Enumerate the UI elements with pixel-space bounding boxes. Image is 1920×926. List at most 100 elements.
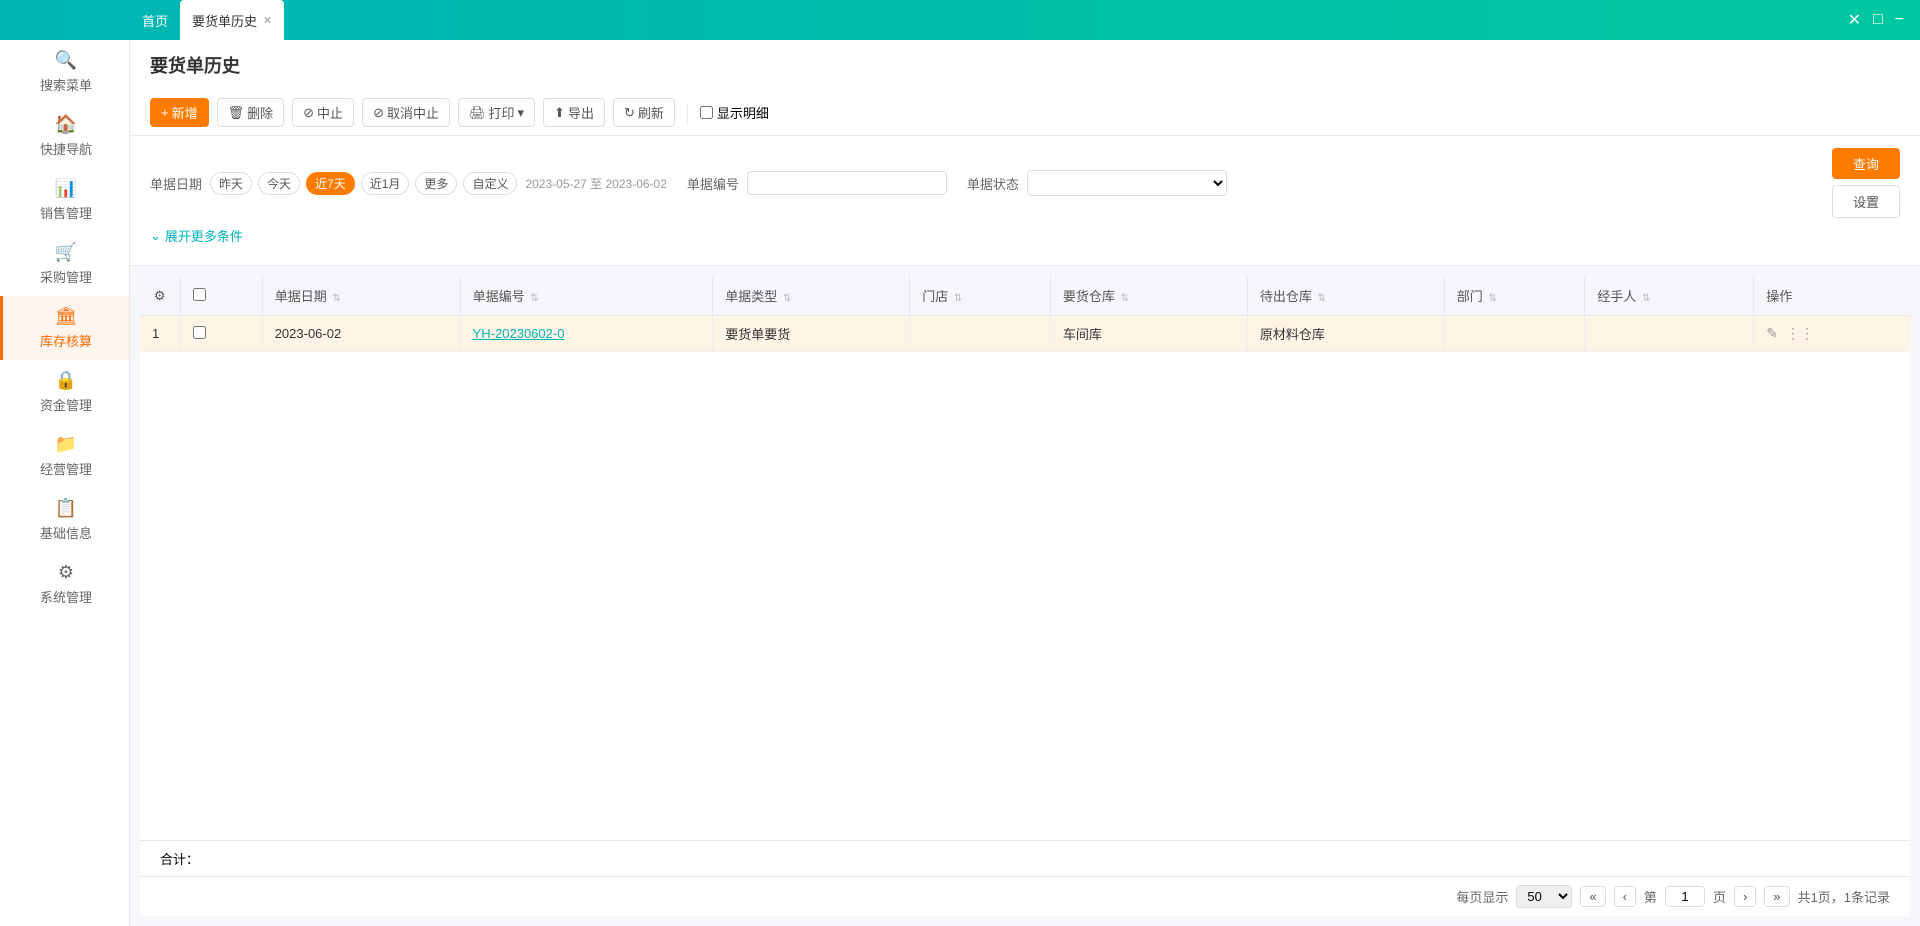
add-button[interactable]: + 新增 xyxy=(150,98,209,127)
date-btn-last1month[interactable]: 近1月 xyxy=(361,172,410,195)
table-header-doc-number[interactable]: 单据编号 ⇅ xyxy=(460,276,713,316)
sidebar-item-sales-mgmt[interactable]: 📊 销售管理 xyxy=(0,168,129,232)
table-header-pending-warehouse[interactable]: 待出仓库 ⇅ xyxy=(1247,276,1444,316)
refresh-button[interactable]: ↻ 刷新 xyxy=(613,98,675,127)
layout: 🔍 搜索菜单 🏠 快捷导航 📊 销售管理 🛒 采购管理 🏛 库存核算 🔒 资金管… xyxy=(0,40,1920,926)
cancel-stop-button[interactable]: ⊘ 取消中止 xyxy=(362,98,450,127)
print-dropdown-icon: ▾ xyxy=(518,105,525,121)
restore-window-icon[interactable]: □ xyxy=(1873,11,1883,29)
table-header-doc-type[interactable]: 单据类型 ⇅ xyxy=(713,276,910,316)
sidebar-item-inventory[interactable]: 🏛 库存核算 xyxy=(0,296,129,360)
table-row: 1 2023-06-02 YH-20230602-0 要货单要货 车间库 原材料… xyxy=(140,316,1910,352)
row-req-warehouse: 车间库 xyxy=(1050,316,1247,352)
doc-number-input[interactable] xyxy=(747,171,947,195)
last-page-button[interactable]: » xyxy=(1764,886,1789,907)
per-page-select[interactable]: 20 50 100 xyxy=(1516,885,1572,908)
sort-handler-icon: ⇅ xyxy=(1642,293,1650,304)
sidebar-item-quick-nav[interactable]: 🏠 快捷导航 xyxy=(0,104,129,168)
sidebar-item-operations[interactable]: 📁 经营管理 xyxy=(0,424,129,488)
sidebar-item-system-mgmt[interactable]: ⚙ 系统管理 xyxy=(0,552,129,616)
doc-status-label: 单据状态 xyxy=(967,174,1019,193)
date-btn-today[interactable]: 今天 xyxy=(258,172,300,195)
close-window-icon[interactable]: ✕ xyxy=(1848,10,1861,30)
sidebar-item-basic-info[interactable]: 📋 基础信息 xyxy=(0,488,129,552)
prev-page-button[interactable]: ‹ xyxy=(1614,886,1636,907)
row-select-checkbox[interactable] xyxy=(193,326,206,339)
page-label: 第 xyxy=(1644,887,1657,906)
sidebar-item-label: 快捷导航 xyxy=(40,139,92,158)
date-btn-more[interactable]: 更多 xyxy=(415,172,457,195)
table-header-settings[interactable]: ⚙ xyxy=(140,276,180,316)
row-more-icon[interactable]: ⋮⋮ xyxy=(1786,325,1814,342)
filter-doc-number-group: 单据编号 xyxy=(687,171,947,195)
table-header-req-warehouse[interactable]: 要货仓库 ⇅ xyxy=(1050,276,1247,316)
table-header-row: ⚙ 单据日期 ⇅ 单据编号 ⇅ 单据类型 xyxy=(140,276,1910,316)
filter-date-group: 单据日期 昨天 今天 近7天 近1月 更多 自定义 2023-05-27 至 2… xyxy=(150,172,667,195)
chevron-down-icon: ⌄ xyxy=(150,228,161,244)
home-icon: 🏠 xyxy=(55,114,77,135)
date-btn-last7days[interactable]: 近7天 xyxy=(306,172,355,195)
print-button[interactable]: 🖨 打印 ▾ xyxy=(458,98,535,127)
expand-more-button[interactable]: ⌄ 展开更多条件 xyxy=(150,226,243,245)
table-header-store[interactable]: 门店 ⇅ xyxy=(910,276,1051,316)
show-detail-toggle[interactable]: 显示明细 xyxy=(700,103,769,122)
table-header-department[interactable]: 部门 ⇅ xyxy=(1444,276,1585,316)
sort-store-icon: ⇅ xyxy=(954,293,962,304)
cancel-stop-icon: ⊘ xyxy=(373,105,384,121)
pagination-bar: 每页显示 20 50 100 « ‹ 第 页 › » 共1页，1条记录 xyxy=(140,876,1910,916)
sort-pending-warehouse-icon: ⇅ xyxy=(1317,293,1325,304)
top-bar-right: ✕ □ − xyxy=(1848,10,1920,30)
sidebar-item-label: 销售管理 xyxy=(40,203,92,222)
data-table: ⚙ 单据日期 ⇅ 单据编号 ⇅ 单据类型 xyxy=(140,276,1910,352)
row-doc-number[interactable]: YH-20230602-0 xyxy=(460,316,713,352)
purchase-icon: 🛒 xyxy=(55,242,77,263)
add-icon: + xyxy=(161,105,169,120)
date-btn-custom[interactable]: 自定义 xyxy=(463,172,517,195)
export-button[interactable]: ⬆ 导出 xyxy=(543,98,605,127)
row-handler xyxy=(1585,316,1754,352)
sidebar-item-purchase-mgmt[interactable]: 🛒 采购管理 xyxy=(0,232,129,296)
table-header-checkbox xyxy=(180,276,262,316)
setting-button[interactable]: 设置 xyxy=(1832,185,1900,218)
sidebar-item-label: 库存核算 xyxy=(40,331,92,350)
sort-department-icon: ⇅ xyxy=(1488,293,1496,304)
row-doc-type: 要货单要货 xyxy=(713,316,910,352)
tab-home[interactable]: 首页 xyxy=(130,0,180,40)
sidebar-item-search-menu[interactable]: 🔍 搜索菜单 xyxy=(0,40,129,104)
row-pending-warehouse: 原材料仓库 xyxy=(1247,316,1444,352)
footer-total-label: 合计： xyxy=(160,849,199,868)
date-btn-yesterday[interactable]: 昨天 xyxy=(210,172,252,195)
row-edit-icon[interactable]: ✎ xyxy=(1766,325,1778,342)
date-range-text: 2023-05-27 至 2023-06-02 xyxy=(525,175,666,192)
sidebar-item-finance[interactable]: 🔒 资金管理 xyxy=(0,360,129,424)
table-header-handler[interactable]: 经手人 ⇅ xyxy=(1585,276,1754,316)
doc-status-select[interactable] xyxy=(1027,170,1227,196)
export-icon: ⬆ xyxy=(554,105,565,121)
filter-action-buttons: 查询 设置 xyxy=(1832,148,1900,218)
close-tab-icon[interactable]: ✕ xyxy=(263,14,272,27)
query-button[interactable]: 查询 xyxy=(1832,148,1900,179)
next-page-button[interactable]: › xyxy=(1734,886,1756,907)
row-department xyxy=(1444,316,1585,352)
date-label: 单据日期 xyxy=(150,174,202,193)
stop-button[interactable]: ⊘ 中止 xyxy=(292,98,354,127)
filter-row-1: 单据日期 昨天 今天 近7天 近1月 更多 自定义 2023-05-27 至 2… xyxy=(150,148,1900,218)
first-page-button[interactable]: « xyxy=(1580,886,1605,907)
toolbar: + 新增 🗑 删除 ⊘ 中止 ⊘ 取消中止 🖨 打印 xyxy=(150,90,1900,135)
current-page-input[interactable] xyxy=(1665,886,1705,907)
date-filter-buttons: 昨天 今天 近7天 近1月 更多 自定义 xyxy=(210,172,517,195)
basic-info-icon: 📋 xyxy=(55,498,77,519)
row-actions: ✎ ⋮⋮ xyxy=(1754,316,1910,352)
page-summary: 共1页，1条记录 xyxy=(1798,887,1890,906)
sidebar-item-label: 基础信息 xyxy=(40,523,92,542)
select-all-checkbox[interactable] xyxy=(193,288,206,301)
tab-requisition-history[interactable]: 要货单历史 ✕ xyxy=(180,0,284,40)
table-header-doc-date[interactable]: 单据日期 ⇅ xyxy=(262,276,460,316)
minimize-window-icon[interactable]: − xyxy=(1895,11,1904,29)
filter-area: 单据日期 昨天 今天 近7天 近1月 更多 自定义 2023-05-27 至 2… xyxy=(130,136,1920,266)
delete-button[interactable]: 🗑 删除 xyxy=(217,98,285,127)
finance-icon: 🔒 xyxy=(55,370,77,391)
show-detail-checkbox[interactable] xyxy=(700,106,713,119)
row-doc-date: 2023-06-02 xyxy=(262,316,460,352)
sidebar-item-label: 系统管理 xyxy=(40,587,92,606)
